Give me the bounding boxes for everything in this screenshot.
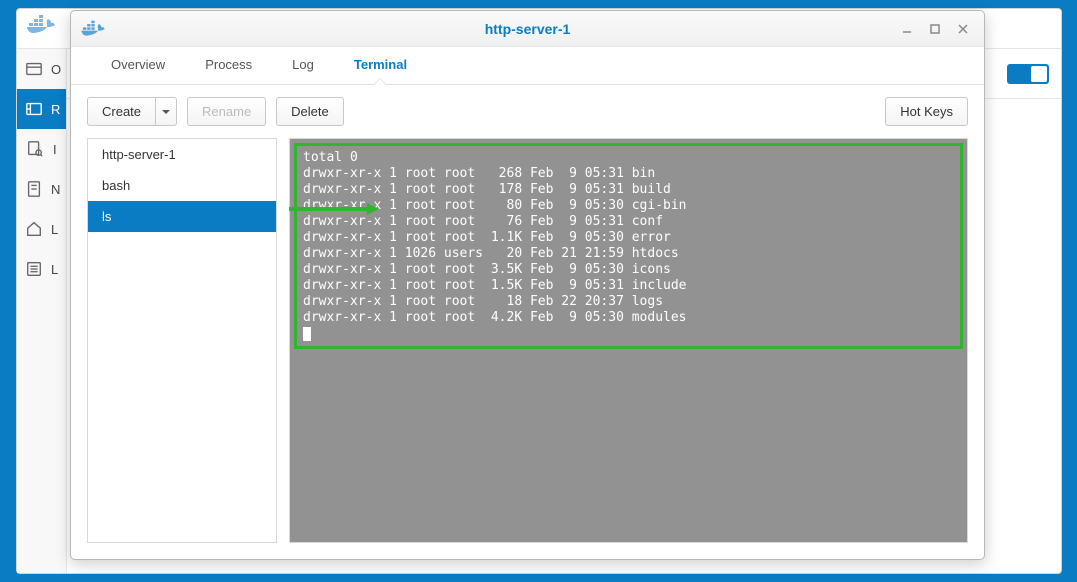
home-icon <box>25 219 43 239</box>
bg-sidebar-item-log[interactable]: L <box>17 249 66 289</box>
rename-button[interactable]: Rename <box>187 97 266 126</box>
bg-sidebar-item-image[interactable]: N <box>17 169 66 209</box>
bg-sidebar-item-container[interactable]: R <box>17 89 66 129</box>
create-button[interactable]: Create <box>87 97 155 126</box>
bg-sidebar-item-network[interactable]: L <box>17 209 66 249</box>
terminal-session-list: http-server-1 bash ls <box>87 138 277 543</box>
titlebar[interactable]: http-server-1 <box>71 11 984 47</box>
tab-log[interactable]: Log <box>272 47 334 84</box>
create-dropdown-button[interactable] <box>155 97 177 126</box>
tab-overview[interactable]: Overview <box>91 47 185 84</box>
delete-button[interactable]: Delete <box>276 97 344 126</box>
bg-sidebar: O R I N L <box>17 49 67 573</box>
tab-terminal[interactable]: Terminal <box>334 47 427 84</box>
doc-icon <box>25 179 43 199</box>
create-split-button: Create <box>87 97 177 126</box>
tab-process[interactable]: Process <box>185 47 272 84</box>
bg-sidebar-label: R <box>51 102 60 117</box>
session-item-bash[interactable]: bash <box>88 170 276 201</box>
terminal-toolbar: Create Rename Delete Hot Keys <box>71 85 984 138</box>
terminal-output: total 0 drwxr-xr-x 1 root root 268 Feb 9… <box>303 150 954 342</box>
list-icon <box>25 259 43 279</box>
terminal-area[interactable]: total 0 drwxr-xr-x 1 root root 268 Feb 9… <box>289 138 968 543</box>
docker-icon <box>79 19 107 39</box>
container-details-window: http-server-1 Overview Process Log Termi… <box>70 10 985 560</box>
chevron-down-icon <box>162 110 170 114</box>
bg-sidebar-item-overview[interactable]: O <box>17 49 66 89</box>
maximize-button[interactable] <box>924 18 946 40</box>
highlight-box: total 0 drwxr-xr-x 1 root root 268 Feb 9… <box>294 143 963 349</box>
bg-sidebar-label: O <box>51 62 61 77</box>
bg-sidebar-label: L <box>51 262 58 277</box>
window-title: http-server-1 <box>71 21 984 37</box>
docker-icon <box>25 13 57 37</box>
session-item-ls[interactable]: ls <box>88 201 276 232</box>
session-item-http-server-1[interactable]: http-server-1 <box>88 139 276 170</box>
card-icon <box>25 59 43 79</box>
container-icon <box>25 99 43 119</box>
toggle-switch[interactable] <box>1007 64 1049 84</box>
bg-sidebar-label: L <box>51 222 58 237</box>
bg-sidebar-label: I <box>53 142 57 157</box>
minimize-button[interactable] <box>896 18 918 40</box>
tabs: Overview Process Log Terminal <box>71 47 984 85</box>
search-doc-icon <box>25 139 45 159</box>
bg-sidebar-label: N <box>51 182 60 197</box>
hotkeys-button[interactable]: Hot Keys <box>885 97 968 126</box>
bg-sidebar-item-registry[interactable]: I <box>17 129 66 169</box>
close-button[interactable] <box>952 18 974 40</box>
